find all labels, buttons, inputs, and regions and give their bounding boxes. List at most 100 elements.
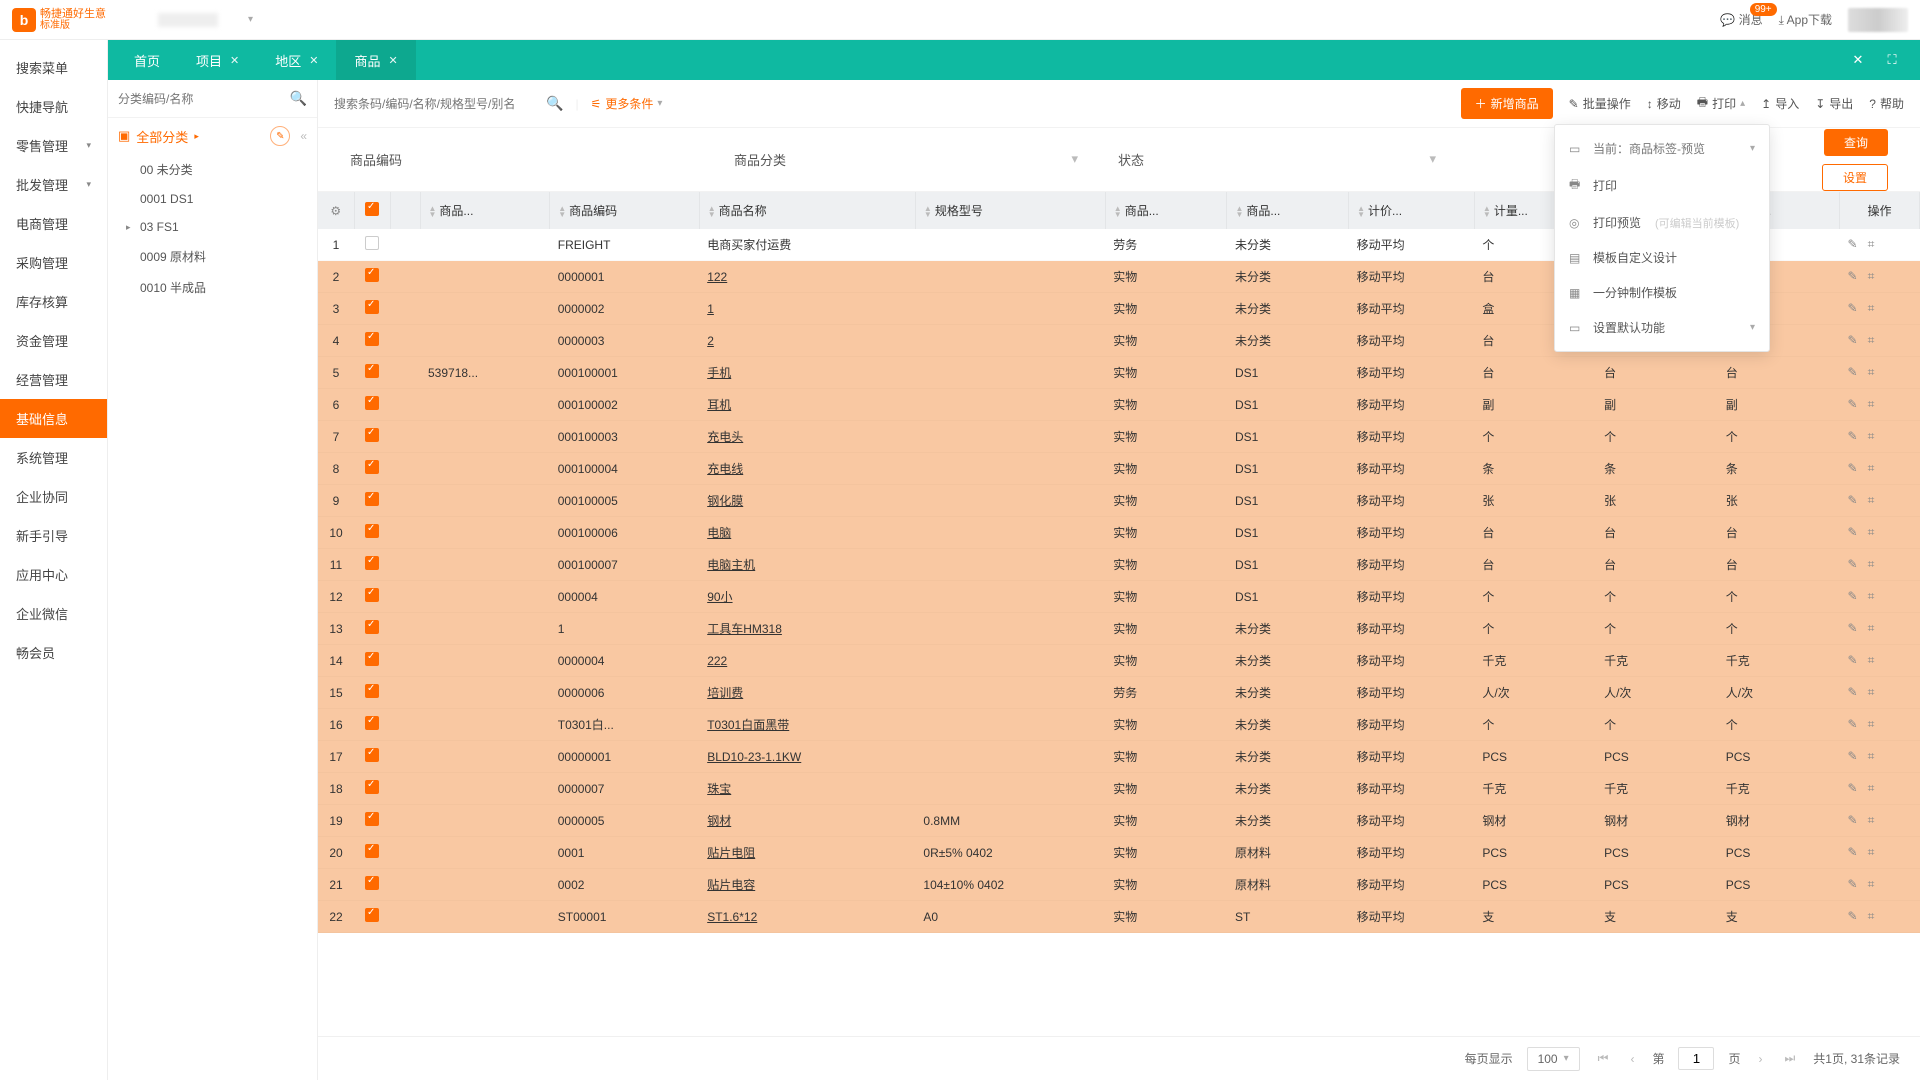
column-header[interactable]: ▲▼商品... <box>420 192 550 229</box>
more-row-button[interactable]: ⌗ <box>1868 621 1875 636</box>
close-icon[interactable]: ✕ <box>389 54 398 67</box>
product-name-link[interactable]: 充电线 <box>707 462 743 476</box>
tab[interactable]: 项目✕ <box>178 40 257 80</box>
per-page-select[interactable]: 100▾ <box>1527 1047 1580 1071</box>
page-input[interactable] <box>1678 1047 1714 1070</box>
filter-category-select[interactable]: ▾ <box>798 145 1078 175</box>
edit-row-button[interactable]: ✎ <box>1848 493 1858 508</box>
more-row-button[interactable]: ⌗ <box>1868 653 1875 668</box>
messages-link[interactable]: 💬 消息 99+ <box>1720 11 1762 28</box>
product-name-link[interactable]: 222 <box>707 654 727 668</box>
column-header[interactable]: ▲▼商品名称 <box>699 192 915 229</box>
product-name-link[interactable]: 90小 <box>707 590 732 604</box>
tree-node[interactable]: 0010 半成品 <box>122 272 317 303</box>
row-checkbox[interactable] <box>365 364 379 378</box>
edit-row-button[interactable]: ✎ <box>1848 237 1858 252</box>
sort-icon[interactable]: ▲▼ <box>708 206 716 218</box>
more-row-button[interactable]: ⌗ <box>1868 909 1875 924</box>
print-button[interactable]: 🖶打印▴ <box>1697 93 1745 114</box>
edit-row-button[interactable]: ✎ <box>1848 525 1858 540</box>
sort-icon[interactable]: ▲▼ <box>429 206 437 218</box>
import-button[interactable]: ↥导入 <box>1761 95 1799 112</box>
avatar[interactable] <box>1848 8 1908 32</box>
edit-row-button[interactable]: ✎ <box>1848 269 1858 284</box>
nav-item[interactable]: 快捷导航 <box>0 87 107 126</box>
edit-row-button[interactable]: ✎ <box>1848 621 1858 636</box>
more-row-button[interactable]: ⌗ <box>1868 429 1875 444</box>
prev-page-button[interactable]: ‹ <box>1626 1050 1638 1068</box>
app-download-link[interactable]: ⤓ App下载 <box>1779 11 1832 28</box>
edit-row-button[interactable]: ✎ <box>1848 877 1858 892</box>
nav-item[interactable]: 应用中心 <box>0 555 107 594</box>
fullscreen-button[interactable]: ⛶ <box>1880 48 1904 72</box>
row-checkbox[interactable] <box>365 908 379 922</box>
row-checkbox[interactable] <box>365 268 379 282</box>
row-checkbox[interactable] <box>365 684 379 698</box>
print-current[interactable]: ▭当前：商品标签-预览▾ <box>1555 131 1769 166</box>
product-name-link[interactable]: 2 <box>707 334 714 348</box>
edit-row-button[interactable]: ✎ <box>1848 461 1858 476</box>
product-name-link[interactable]: 手机 <box>707 366 731 380</box>
row-checkbox[interactable] <box>365 460 379 474</box>
more-row-button[interactable]: ⌗ <box>1868 589 1875 604</box>
product-name-link[interactable]: BLD10-23-1.1KW <box>707 750 801 764</box>
edit-row-button[interactable]: ✎ <box>1848 557 1858 572</box>
tree-node[interactable]: 0009 原材料 <box>122 241 317 272</box>
more-row-button[interactable]: ⌗ <box>1868 813 1875 828</box>
nav-item[interactable]: 经营管理 <box>0 360 107 399</box>
print-default[interactable]: ▭设置默认功能▾ <box>1555 310 1769 345</box>
tree-search-input[interactable] <box>118 92 290 106</box>
row-checkbox[interactable] <box>365 524 379 538</box>
edit-row-button[interactable]: ✎ <box>1848 589 1858 604</box>
tree-node[interactable]: 0001 DS1 <box>122 185 317 213</box>
select-all-checkbox[interactable] <box>365 202 379 216</box>
tab[interactable]: 商品✕ <box>336 40 415 80</box>
edit-row-button[interactable]: ✎ <box>1848 429 1858 444</box>
product-name-link[interactable]: 钢材 <box>707 814 731 828</box>
nav-item[interactable]: 基础信息 <box>0 399 107 438</box>
row-checkbox[interactable] <box>365 780 379 794</box>
product-name-link[interactable]: 贴片电阻 <box>707 846 755 860</box>
column-header[interactable]: ▲▼规格型号 <box>915 192 1105 229</box>
batch-button[interactable]: ✎批量操作 <box>1569 95 1631 112</box>
nav-item[interactable]: 资金管理 <box>0 321 107 360</box>
row-checkbox[interactable] <box>365 812 379 826</box>
search-icon[interactable]: 🔍 <box>546 95 563 112</box>
sort-icon[interactable]: ▲▼ <box>924 206 932 218</box>
nav-item[interactable]: 系统管理 <box>0 438 107 477</box>
last-page-button[interactable]: ⏭ <box>1780 1049 1799 1068</box>
product-name-link[interactable]: 1 <box>707 302 714 316</box>
main-search-input[interactable] <box>334 97 534 111</box>
row-checkbox[interactable] <box>365 748 379 762</box>
row-checkbox[interactable] <box>365 332 379 346</box>
expand-icon[interactable]: ▣ <box>118 128 130 144</box>
move-button[interactable]: ↕移动 <box>1647 95 1681 112</box>
column-header[interactable]: ▲▼计价... <box>1349 192 1475 229</box>
row-checkbox[interactable] <box>365 428 379 442</box>
more-row-button[interactable]: ⌗ <box>1868 237 1875 252</box>
row-checkbox[interactable] <box>365 620 379 634</box>
nav-item[interactable]: 畅会员 <box>0 633 107 672</box>
more-row-button[interactable]: ⌗ <box>1868 301 1875 316</box>
product-name-link[interactable]: ST1.6*12 <box>707 910 757 924</box>
more-row-button[interactable]: ⌗ <box>1868 845 1875 860</box>
sort-icon[interactable]: ▲▼ <box>1483 206 1491 218</box>
nav-item[interactable]: 批发管理▾ <box>0 165 107 204</box>
close-icon[interactable]: ✕ <box>230 54 239 67</box>
nav-item[interactable]: 库存核算 <box>0 282 107 321</box>
sort-icon[interactable]: ▲▼ <box>558 206 566 218</box>
product-name-link[interactable]: 电脑主机 <box>707 558 755 572</box>
more-row-button[interactable]: ⌗ <box>1868 717 1875 732</box>
tab[interactable]: 地区✕ <box>257 40 336 80</box>
tab[interactable]: 首页 <box>116 40 178 80</box>
product-name-link[interactable]: 耳机 <box>707 398 731 412</box>
more-row-button[interactable]: ⌗ <box>1868 525 1875 540</box>
product-name-link[interactable]: 珠宝 <box>707 782 731 796</box>
nav-item[interactable]: 企业微信 <box>0 594 107 633</box>
edit-row-button[interactable]: ✎ <box>1848 813 1858 828</box>
sort-icon[interactable]: ▲▼ <box>1357 206 1365 218</box>
tab-close-button[interactable]: ✕ <box>1846 48 1870 72</box>
row-checkbox[interactable] <box>365 588 379 602</box>
tree-node[interactable]: 00 未分类 <box>122 154 317 185</box>
row-checkbox[interactable] <box>365 300 379 314</box>
